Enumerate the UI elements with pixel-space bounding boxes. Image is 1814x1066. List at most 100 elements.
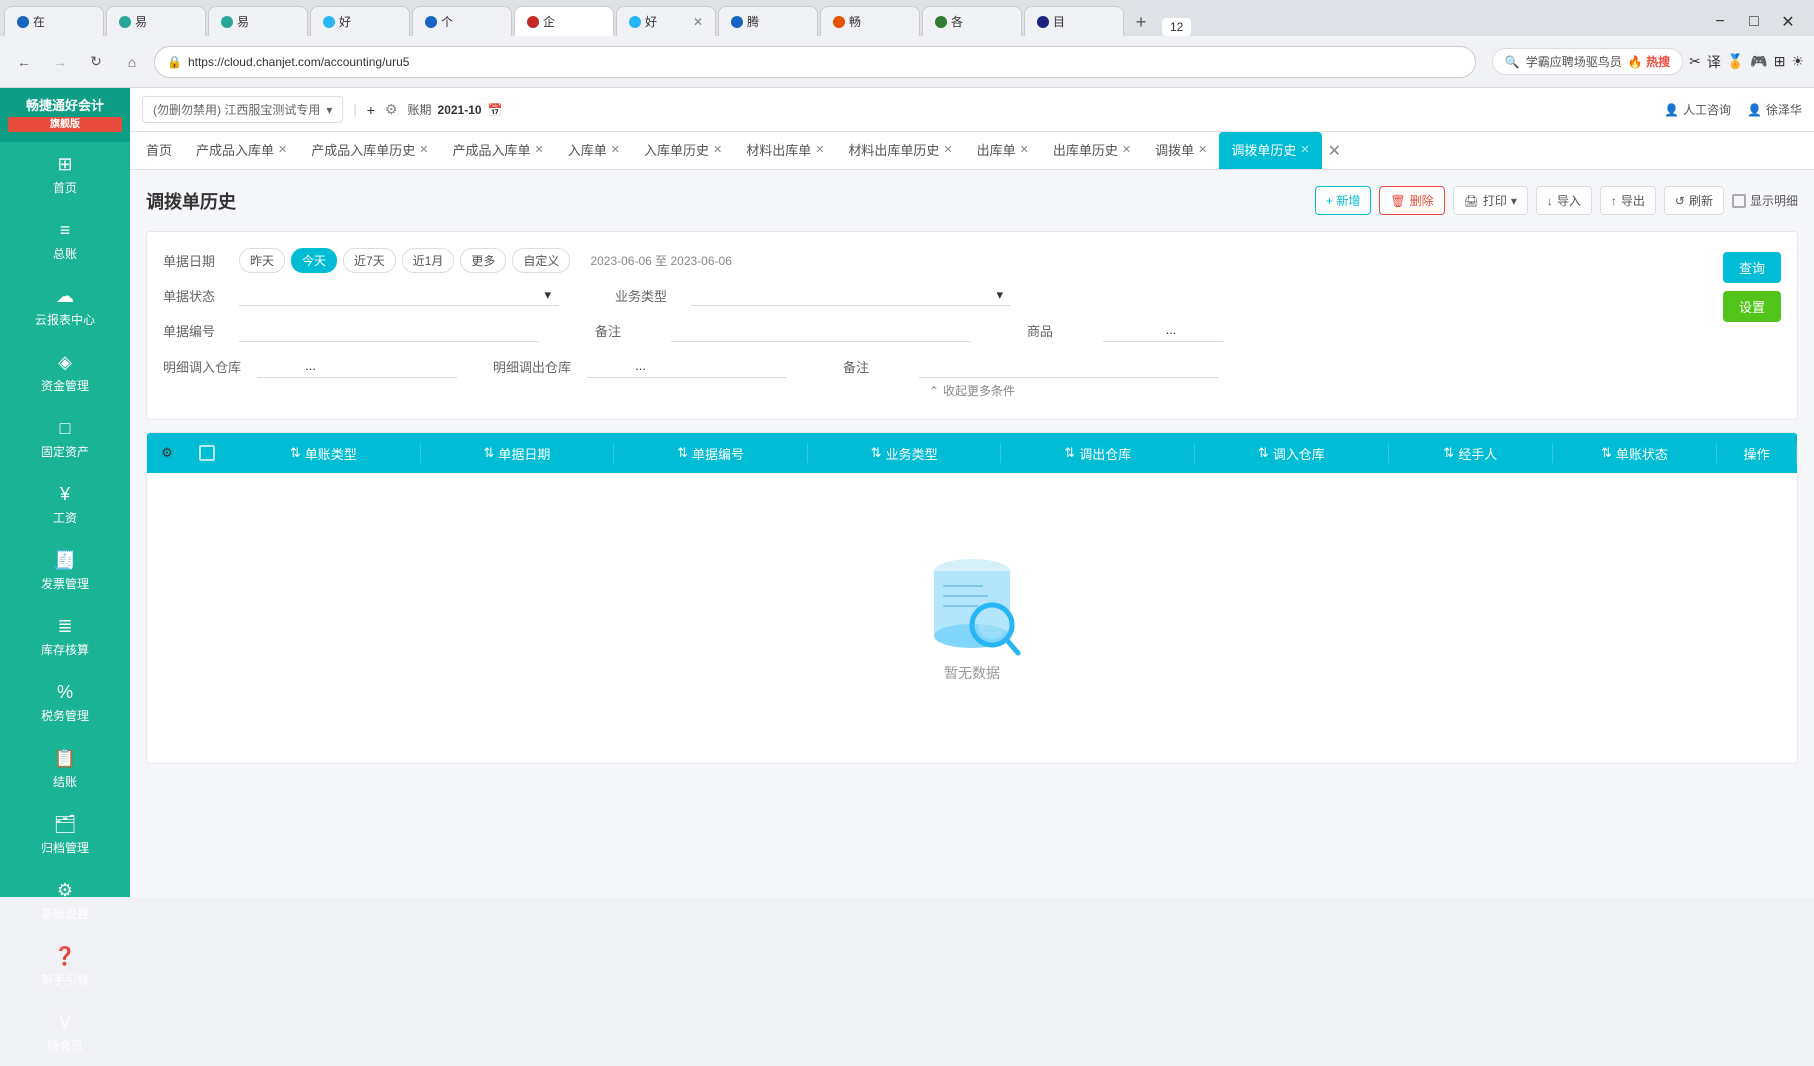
company-selector[interactable]: (勿删勿禁用) 江西服宝测试专用 ▾ bbox=[142, 96, 343, 123]
delete-btn[interactable]: 🗑 删除 bbox=[1379, 186, 1444, 215]
sidebar-item-cloud-report[interactable]: ☁ 云报表中心 bbox=[0, 274, 130, 340]
close-tab-icon[interactable]: ✕ bbox=[419, 143, 428, 156]
forward-btn[interactable]: → bbox=[46, 48, 74, 76]
goods-selector[interactable]: ... bbox=[1103, 318, 1223, 342]
address-bar[interactable]: 🔒 https://cloud.chanjet.com/accounting/u… bbox=[154, 46, 1476, 78]
doc-num-input[interactable] bbox=[239, 318, 539, 342]
col-status[interactable]: ⇅ 单账状态 bbox=[1553, 444, 1717, 463]
tab-product-in2[interactable]: 产成品入库单 ✕ bbox=[440, 132, 555, 170]
tab-out[interactable]: 出库单 ✕ bbox=[965, 132, 1041, 170]
new-tab-btn[interactable]: + bbox=[1126, 8, 1156, 36]
browser-tab-2[interactable]: 易 bbox=[208, 6, 308, 36]
sidebar-item-guide[interactable]: ❓ 新手引导 bbox=[0, 934, 130, 1000]
date-btn-yesterday[interactable]: 昨天 bbox=[239, 248, 285, 273]
date-btn-more[interactable]: 更多 bbox=[460, 248, 506, 273]
close-all-tabs-btn[interactable]: ✕ bbox=[1328, 141, 1341, 161]
tab-in[interactable]: 入库单 ✕ bbox=[556, 132, 632, 170]
sidebar-item-inventory[interactable]: ≣ 库存核算 bbox=[0, 604, 130, 670]
sidebar-item-fund[interactable]: ◈ 资金管理 bbox=[0, 340, 130, 406]
tab-transfer[interactable]: 调拨单 ✕ bbox=[1143, 132, 1219, 170]
gear-icon[interactable]: ⚙ bbox=[385, 101, 398, 118]
sidebar-item-salary[interactable]: ¥ 工资 bbox=[0, 472, 130, 538]
close-tab-icon[interactable]: ✕ bbox=[1198, 143, 1207, 156]
status-select[interactable]: ▾ bbox=[239, 285, 559, 306]
tab-count[interactable]: 12 bbox=[1162, 18, 1191, 36]
print-btn[interactable]: 🖨 打印 ▾ bbox=[1453, 186, 1528, 215]
sidebar-item-home[interactable]: ⊞ 首页 bbox=[0, 142, 130, 208]
tab-product-in-history[interactable]: 产成品入库单历史 ✕ bbox=[299, 132, 440, 170]
query-btn[interactable]: 查询 bbox=[1723, 252, 1781, 283]
browser-tab-3[interactable]: 好 bbox=[310, 6, 410, 36]
close-active-tab-icon[interactable]: ✕ bbox=[1300, 143, 1309, 156]
service-btn[interactable]: 👤 人工咨询 bbox=[1664, 101, 1731, 118]
sidebar-item-tax[interactable]: % 税务管理 bbox=[0, 670, 130, 736]
user-menu[interactable]: 👤 徐泽华 bbox=[1747, 101, 1802, 118]
browser-tab-0[interactable]: 在 bbox=[4, 6, 104, 36]
tab-out-history[interactable]: 出库单历史 ✕ bbox=[1041, 132, 1143, 170]
col-handler[interactable]: ⇅ 经手人 bbox=[1389, 444, 1553, 463]
sidebar-item-invoice[interactable]: 🧾 发票管理 bbox=[0, 538, 130, 604]
tab-home[interactable]: 首页 bbox=[134, 132, 184, 170]
export-btn[interactable]: ↑ 导出 bbox=[1600, 186, 1656, 215]
sidebar-item-vip[interactable]: V 畅会员 bbox=[0, 1000, 130, 1066]
display-toggle[interactable]: 显示明细 bbox=[1732, 192, 1798, 209]
remark-input[interactable] bbox=[671, 318, 971, 342]
col-biz[interactable]: ⇅ 业务类型 bbox=[808, 444, 1002, 463]
sidebar-item-fixed-asset[interactable]: □ 固定资产 bbox=[0, 406, 130, 472]
close-tab-icon[interactable]: ✕ bbox=[278, 143, 287, 156]
close-tab-icon[interactable]: ✕ bbox=[815, 143, 824, 156]
browser-tab-5[interactable]: 好 ✕ bbox=[616, 6, 716, 36]
biz-type-select[interactable]: ▾ bbox=[691, 285, 1011, 306]
close-tab-icon[interactable]: ✕ bbox=[611, 143, 620, 156]
select-all-checkbox[interactable] bbox=[199, 445, 215, 461]
minimize-btn[interactable]: − bbox=[1706, 8, 1734, 36]
sidebar-item-close-account[interactable]: 📋 结账 bbox=[0, 736, 130, 802]
col-out[interactable]: ⇅ 调出仓库 bbox=[1001, 444, 1195, 463]
close-tab-icon[interactable]: ✕ bbox=[713, 143, 722, 156]
refresh-btn[interactable]: ↺ 刷新 bbox=[1664, 186, 1724, 215]
close-tab-icon[interactable]: ✕ bbox=[1122, 143, 1131, 156]
search-bar[interactable]: 🔍 学霸应聘场驱鸟员 🔥 热搜 bbox=[1492, 48, 1683, 75]
detail-in-selector[interactable]: ... bbox=[257, 354, 457, 378]
period-selector[interactable]: 账期 2021-10 📅 bbox=[408, 101, 503, 118]
browser-tab-6[interactable]: 腾 bbox=[718, 6, 818, 36]
new-btn[interactable]: + 新增 bbox=[1315, 186, 1371, 215]
date-btn-7days[interactable]: 近7天 bbox=[343, 248, 396, 273]
browser-tab-8[interactable]: 各 bbox=[922, 6, 1022, 36]
col-type[interactable]: ⇅ 单账类型 bbox=[227, 444, 421, 463]
close-tab-icon[interactable]: ✕ bbox=[535, 143, 544, 156]
close-window-btn[interactable]: ✕ bbox=[1774, 8, 1802, 36]
select-all-cell[interactable] bbox=[187, 445, 227, 461]
browser-tab-9[interactable]: 目 bbox=[1024, 6, 1124, 36]
settings-col[interactable]: ⚙ bbox=[147, 445, 187, 461]
reload-btn[interactable]: ↻ bbox=[82, 48, 110, 76]
collapse-btn[interactable]: ⌃ 收起更多条件 bbox=[929, 382, 1015, 399]
col-in[interactable]: ⇅ 调入仓库 bbox=[1195, 444, 1389, 463]
tab-in-history[interactable]: 入库单历史 ✕ bbox=[632, 132, 734, 170]
browser-tab-active[interactable]: 企 bbox=[514, 6, 614, 36]
import-btn[interactable]: ↓ 导入 bbox=[1536, 186, 1592, 215]
sidebar-item-settings[interactable]: ⚙ 基础设置 bbox=[0, 868, 130, 934]
tab-transfer-history[interactable]: 调拨单历史 ✕ bbox=[1219, 132, 1321, 170]
tab-close-icon[interactable]: ✕ bbox=[693, 15, 703, 29]
settings-filter-btn[interactable]: 设置 bbox=[1723, 291, 1781, 322]
maximize-btn[interactable]: □ bbox=[1740, 8, 1768, 36]
detail-out-selector[interactable]: ... bbox=[587, 354, 787, 378]
browser-tab-1[interactable]: 易 bbox=[106, 6, 206, 36]
date-btn-1month[interactable]: 近1月 bbox=[402, 248, 455, 273]
date-btn-custom[interactable]: 自定义 bbox=[512, 248, 570, 273]
browser-tab-4[interactable]: 个 bbox=[412, 6, 512, 36]
tab-product-in[interactable]: 产成品入库单 ✕ bbox=[184, 132, 299, 170]
close-tab-icon[interactable]: ✕ bbox=[1020, 143, 1029, 156]
back-btn[interactable]: ← bbox=[10, 48, 38, 76]
remark2-input[interactable] bbox=[919, 354, 1219, 378]
col-num[interactable]: ⇅ 单据编号 bbox=[614, 444, 808, 463]
home-btn[interactable]: ⌂ bbox=[118, 48, 146, 76]
date-btn-today[interactable]: 今天 bbox=[291, 248, 337, 273]
sidebar-item-ledger[interactable]: ≡ 总账 bbox=[0, 208, 130, 274]
sidebar-item-archive[interactable]: 🗂 归档管理 bbox=[0, 802, 130, 868]
tab-material-out[interactable]: 材料出库单 ✕ bbox=[734, 132, 836, 170]
tab-material-out-history[interactable]: 材料出库单历史 ✕ bbox=[836, 132, 964, 170]
col-date[interactable]: ⇅ 单据日期 bbox=[421, 444, 615, 463]
add-company-btn[interactable]: + bbox=[367, 102, 375, 118]
